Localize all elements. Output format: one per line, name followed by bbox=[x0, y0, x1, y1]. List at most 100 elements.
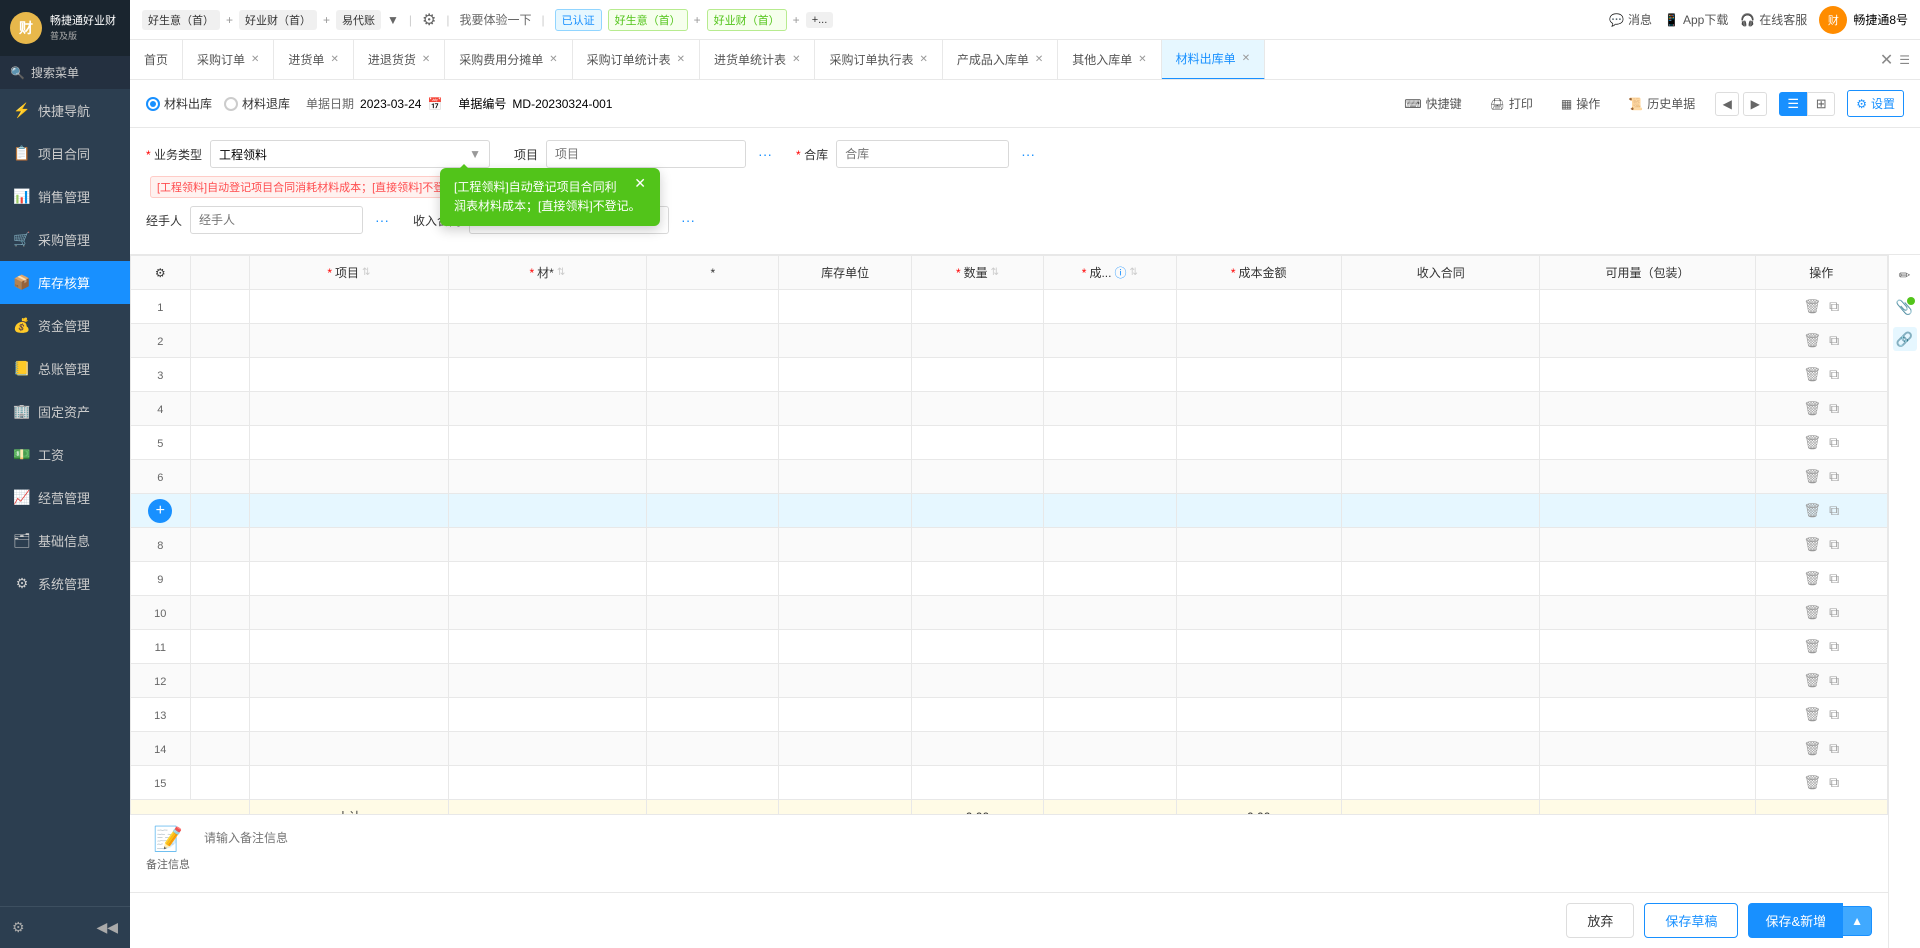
copy-row-icon[interactable]: ⧉ bbox=[1827, 602, 1841, 623]
delete-row-icon[interactable]: 🗑 bbox=[1801, 636, 1823, 657]
row-cost-price-cell[interactable] bbox=[1044, 664, 1176, 698]
row-project-cell[interactable] bbox=[250, 460, 449, 494]
copy-row-icon[interactable]: ⧉ bbox=[1827, 738, 1841, 759]
right-link-icon[interactable]: 🔗 bbox=[1893, 327, 1917, 351]
radio-return[interactable]: 材料退库 bbox=[224, 95, 290, 112]
row-income-contract-cell[interactable] bbox=[1341, 358, 1540, 392]
copy-row-icon[interactable]: ⧉ bbox=[1827, 670, 1841, 691]
row-project-cell[interactable] bbox=[250, 766, 449, 800]
row-cost-price-cell[interactable] bbox=[1044, 324, 1176, 358]
row-spec-cell[interactable] bbox=[647, 732, 779, 766]
row-material-cell[interactable] bbox=[448, 664, 647, 698]
tab-close-icon[interactable]: ✕ bbox=[422, 54, 430, 65]
sidebar-item-finance[interactable]: 💰 资金管理 bbox=[0, 304, 130, 347]
row-project-cell[interactable] bbox=[250, 562, 449, 596]
tab-purchase-exec[interactable]: 采购订单执行表 ✕ bbox=[815, 40, 942, 80]
row-spec-cell[interactable] bbox=[647, 766, 779, 800]
income-contract-dots-icon[interactable]: ··· bbox=[681, 212, 695, 228]
sidebar-item-ops[interactable]: 📈 经营管理 bbox=[0, 476, 130, 519]
copy-row-icon[interactable]: ⧉ bbox=[1827, 432, 1841, 453]
row-material-cell[interactable] bbox=[448, 392, 647, 426]
delete-row-icon[interactable]: 🗑 bbox=[1801, 432, 1823, 453]
row-cost-price-cell[interactable] bbox=[1044, 596, 1176, 630]
row-spec-cell[interactable] bbox=[647, 460, 779, 494]
row-spec-cell[interactable] bbox=[647, 392, 779, 426]
save-new-main-btn[interactable]: 保存&新增 bbox=[1748, 903, 1843, 938]
sidebar-item-asset[interactable]: 🏢 固定资产 bbox=[0, 390, 130, 433]
app-download-btn[interactable]: 📱 App下载 bbox=[1664, 11, 1728, 28]
row-qty-cell[interactable] bbox=[911, 562, 1043, 596]
col-sort-icon[interactable]: ⇅ bbox=[1129, 267, 1137, 278]
tab-purchase-order[interactable]: 采购订单 ✕ bbox=[183, 40, 274, 80]
active-input-1[interactable] bbox=[190, 494, 250, 528]
nav-dropdown[interactable]: ▼ bbox=[387, 13, 399, 27]
row-cost-amount-cell[interactable] bbox=[1176, 324, 1341, 358]
add-row-btn[interactable]: + bbox=[148, 499, 172, 523]
tab-inbound[interactable]: 进货单 ✕ bbox=[274, 40, 353, 80]
sidebar-item-payroll[interactable]: 💵 工资 bbox=[0, 433, 130, 476]
row-cost-amount-cell[interactable] bbox=[1176, 392, 1341, 426]
row-income-contract-cell[interactable] bbox=[1341, 460, 1540, 494]
sidebar-item-inventory[interactable]: 📦 库存核算 bbox=[0, 261, 130, 304]
copy-row-icon[interactable]: ⧉ bbox=[1827, 534, 1841, 555]
row-material-cell[interactable] bbox=[448, 766, 647, 800]
row-income-contract-cell[interactable] bbox=[1341, 732, 1540, 766]
row-qty-cell[interactable] bbox=[911, 630, 1043, 664]
delete-row-icon[interactable]: 🗑 bbox=[1801, 364, 1823, 385]
active-cell-7[interactable] bbox=[1044, 494, 1176, 528]
nav-tag-2[interactable]: 好业财（首） bbox=[239, 10, 317, 30]
next-arrow[interactable]: ▶ bbox=[1743, 92, 1767, 116]
row-cost-amount-cell[interactable] bbox=[1176, 358, 1341, 392]
row-material-cell[interactable] bbox=[448, 596, 647, 630]
row-material-cell[interactable] bbox=[448, 460, 647, 494]
delete-row-icon[interactable]: 🗑 bbox=[1801, 398, 1823, 419]
row-material-cell[interactable] bbox=[448, 324, 647, 358]
operator-input[interactable] bbox=[190, 206, 363, 234]
row-cost-amount-cell[interactable] bbox=[1176, 766, 1341, 800]
row-project-cell[interactable] bbox=[250, 358, 449, 392]
row-project-cell[interactable] bbox=[250, 698, 449, 732]
sidebar-item-base[interactable]: 🗂 基础信息 bbox=[0, 519, 130, 562]
delete-row-icon[interactable]: 🗑 bbox=[1801, 330, 1823, 351]
copy-row-icon[interactable]: ⧉ bbox=[1827, 364, 1841, 385]
copy-row-icon[interactable]: ⧉ bbox=[1827, 772, 1841, 793]
row-qty-cell[interactable] bbox=[911, 460, 1043, 494]
row-material-cell[interactable] bbox=[448, 426, 647, 460]
row-income-contract-cell[interactable] bbox=[1341, 392, 1540, 426]
row-qty-cell[interactable] bbox=[911, 358, 1043, 392]
row-spec-cell[interactable] bbox=[647, 664, 779, 698]
row-spec-cell[interactable] bbox=[647, 596, 779, 630]
tab-other-inbound[interactable]: 其他入库单 ✕ bbox=[1058, 40, 1161, 80]
discard-button[interactable]: 放弃 bbox=[1566, 903, 1634, 938]
row-cost-amount-cell[interactable] bbox=[1176, 596, 1341, 630]
notes-input[interactable] bbox=[200, 825, 1872, 865]
table-wrapper[interactable]: ⚙ *项目 ⇅ bbox=[130, 255, 1888, 814]
active-cell-4[interactable] bbox=[647, 494, 779, 528]
nav-tag-3[interactable]: 易代账 bbox=[336, 10, 381, 30]
row-cost-price-cell[interactable] bbox=[1044, 358, 1176, 392]
row-material-cell[interactable] bbox=[448, 732, 647, 766]
row-qty-cell[interactable] bbox=[911, 766, 1043, 800]
experience-text[interactable]: 我要体验一下 bbox=[460, 11, 532, 28]
project-input[interactable] bbox=[546, 140, 746, 168]
row-project-cell[interactable] bbox=[250, 392, 449, 426]
row-project-cell[interactable] bbox=[250, 630, 449, 664]
collapse-icon[interactable]: ◀◀ bbox=[96, 919, 118, 936]
print-btn[interactable]: 🖨 打印 bbox=[1482, 91, 1541, 116]
delete-row-icon[interactable]: 🗑 bbox=[1801, 534, 1823, 555]
prev-arrow[interactable]: ◀ bbox=[1715, 92, 1739, 116]
tab-close-icon[interactable]: ✕ bbox=[677, 54, 685, 65]
row-cost-price-cell[interactable] bbox=[1044, 528, 1176, 562]
row-cost-amount-cell[interactable] bbox=[1176, 290, 1341, 324]
user-profile[interactable]: 财 畅捷通8号 bbox=[1819, 6, 1908, 34]
row-spec-cell[interactable] bbox=[647, 630, 779, 664]
copy-row-icon[interactable]: ⧉ bbox=[1827, 568, 1841, 589]
sidebar-item-project[interactable]: 📋 项目合同 bbox=[0, 132, 130, 175]
row-income-contract-cell[interactable] bbox=[1341, 630, 1540, 664]
row-qty-cell[interactable] bbox=[911, 426, 1043, 460]
active-cell-8[interactable] bbox=[1176, 494, 1341, 528]
right-attachment-icon[interactable]: 📎 bbox=[1893, 295, 1917, 319]
row-spec-cell[interactable] bbox=[647, 290, 779, 324]
row-cost-amount-cell[interactable] bbox=[1176, 664, 1341, 698]
nav-tag-good-biz[interactable]: 好生意（首） bbox=[608, 9, 688, 31]
